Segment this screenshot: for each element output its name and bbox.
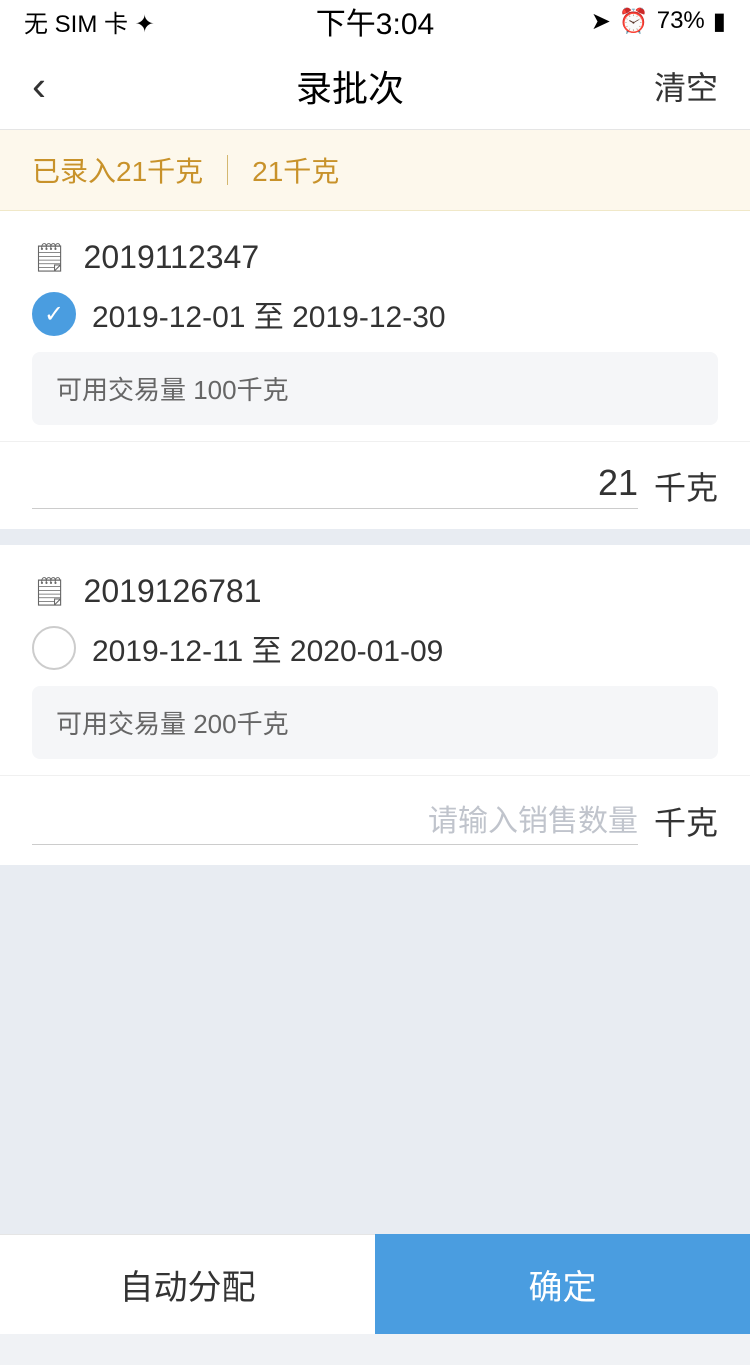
batch1-id: 2019112347 — [84, 239, 260, 276]
batch1-quantity-row: 21 千克 — [0, 441, 750, 529]
batch1-date: 2019-12-01 至 2019-12-30 — [92, 292, 446, 336]
batch2-date: 2019-12-11 至 2020-01-09 — [92, 626, 443, 670]
alarm-icon: ⏰ — [619, 7, 649, 36]
recorded-info: 已录入21千克 — [32, 150, 203, 190]
batch2-icon: 🗒 — [32, 575, 68, 608]
batch2-id: 2019126781 — [84, 573, 262, 610]
batch2-header: 🗒 2019126781 — [0, 545, 750, 626]
location-icon: ➤ — [591, 7, 611, 36]
status-left: 无 SIM 卡 ✦ — [24, 4, 155, 39]
battery-label: 73% — [657, 7, 705, 35]
auto-distribute-button[interactable]: 自动分配 — [0, 1234, 375, 1334]
batch-card-1: 🗒 2019112347 ✓ 2019-12-01 至 2019-12-30 可… — [0, 211, 750, 529]
batch2-radio[interactable] — [32, 626, 76, 670]
batch2-input-container[interactable]: 请输入销售数量 — [32, 796, 638, 845]
info-banner: 已录入21千克 21千克 — [0, 130, 750, 211]
batch1-radio[interactable]: ✓ — [32, 292, 76, 336]
info-divider — [227, 155, 228, 185]
content-wrapper: 已录入21千克 21千克 🗒 2019112347 ✓ 2019-12-01 至… — [0, 130, 750, 1365]
check-icon: ✓ — [44, 300, 64, 329]
page-title: 录批次 — [296, 60, 404, 112]
clear-button[interactable]: 清空 — [654, 63, 718, 109]
nav-bar: ‹ 录批次 清空 — [0, 42, 750, 130]
battery-icon: ▮ — [713, 7, 726, 36]
batch2-avail: 可用交易量 200千克 — [32, 686, 718, 759]
batch1-icon: 🗒 — [32, 241, 68, 274]
batch2-input-row: 请输入销售数量 千克 — [0, 775, 750, 865]
status-time: 下午3:04 — [316, 0, 434, 43]
batch1-quantity-value: 21 — [598, 462, 638, 503]
bottom-space — [0, 865, 750, 1265]
batch2-date-row[interactable]: 2019-12-11 至 2020-01-09 — [0, 626, 750, 686]
batch2-unit: 千克 — [654, 798, 718, 844]
batch2-input-placeholder: 请输入销售数量 — [428, 805, 638, 838]
bottom-bar: 自动分配 确定 — [0, 1234, 750, 1334]
batch1-header: 🗒 2019112347 — [0, 211, 750, 292]
back-button[interactable]: ‹ — [32, 65, 46, 107]
batch1-avail: 可用交易量 100千克 — [32, 352, 718, 425]
confirm-button[interactable]: 确定 — [375, 1234, 750, 1334]
batch1-unit: 千克 — [654, 463, 718, 509]
total-weight: 21千克 — [252, 150, 339, 190]
status-right: ➤ ⏰ 73% ▮ — [591, 7, 726, 36]
status-bar: 无 SIM 卡 ✦ 下午3:04 ➤ ⏰ 73% ▮ — [0, 0, 750, 42]
batch1-quantity-container: 21 — [32, 462, 638, 509]
sim-label: 无 SIM 卡 ✦ — [24, 4, 155, 39]
section-separator-1 — [0, 529, 750, 545]
batch-card-2: 🗒 2019126781 2019-12-11 至 2020-01-09 可用交… — [0, 545, 750, 865]
batch1-date-row[interactable]: ✓ 2019-12-01 至 2019-12-30 — [0, 292, 750, 352]
